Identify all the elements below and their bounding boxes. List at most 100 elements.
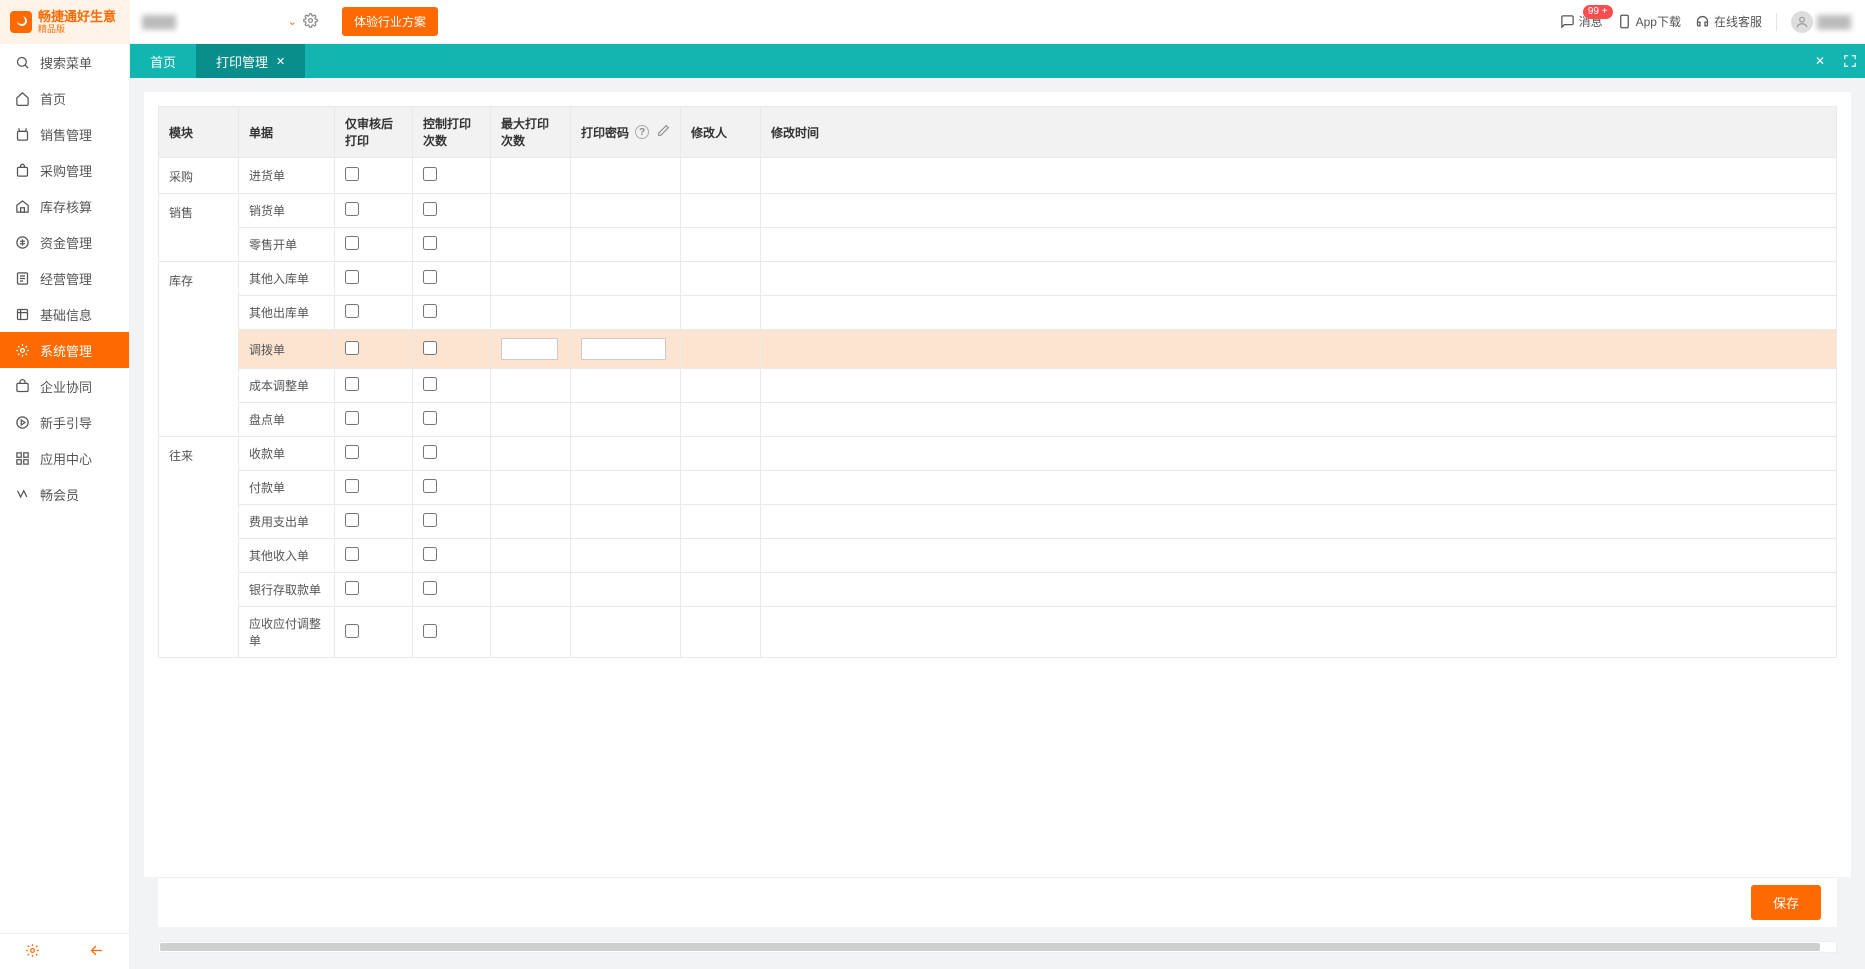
audit-only-checkbox[interactable]	[345, 479, 359, 493]
table-row[interactable]: 库存其他入库单	[159, 262, 1837, 296]
table-row[interactable]: 采购进货单	[159, 158, 1837, 194]
headset-icon	[1695, 14, 1710, 29]
horizontal-scrollbar[interactable]	[158, 941, 1837, 953]
table-row[interactable]: 费用支出单	[159, 505, 1837, 539]
ctrl-count-checkbox[interactable]	[423, 513, 437, 527]
ctrl-count-checkbox[interactable]	[423, 304, 437, 318]
header-user[interactable]: ████	[1791, 11, 1851, 33]
table-row[interactable]: 应收应付调整单	[159, 607, 1837, 658]
ctrl-count-checkbox[interactable]	[423, 377, 437, 391]
ctrl-count-cell	[413, 369, 491, 403]
sidebar-item-search[interactable]: 搜索菜单	[0, 44, 129, 80]
header-messages[interactable]: 消息 99 +	[1560, 13, 1603, 30]
help-icon[interactable]: ?	[635, 125, 649, 139]
th-doc: 单据	[239, 107, 335, 158]
audit-only-checkbox[interactable]	[345, 411, 359, 425]
header-app-download[interactable]: App下载	[1617, 13, 1681, 30]
coop-icon	[14, 378, 30, 394]
table-row[interactable]: 盘点单	[159, 403, 1837, 437]
sidebar-item-base[interactable]: 基础信息	[0, 296, 129, 332]
sidebar-item-label: 基础信息	[40, 305, 92, 324]
sidebar-item-stock[interactable]: 库存核算	[0, 188, 129, 224]
ctrl-count-checkbox[interactable]	[423, 236, 437, 250]
ctrl-count-cell	[413, 573, 491, 607]
sidebar-item-purchase[interactable]: 采购管理	[0, 152, 129, 188]
ctrl-count-cell	[413, 403, 491, 437]
audit-only-checkbox[interactable]	[345, 202, 359, 216]
ctrl-count-cell	[413, 471, 491, 505]
close-icon[interactable]: ✕	[276, 55, 285, 68]
ctrl-count-checkbox[interactable]	[423, 581, 437, 595]
ctrl-count-checkbox[interactable]	[423, 624, 437, 638]
sidebar-item-coop[interactable]: 企业协同	[0, 368, 129, 404]
ctrl-count-checkbox[interactable]	[423, 445, 437, 459]
table-row[interactable]: 往来收款单	[159, 437, 1837, 471]
ctrl-count-checkbox[interactable]	[423, 341, 437, 355]
table-row[interactable]: 其他出库单	[159, 296, 1837, 330]
ctrl-count-checkbox[interactable]	[423, 547, 437, 561]
sidebar-item-biz[interactable]: 经营管理	[0, 260, 129, 296]
close-all-tabs-icon[interactable]: ✕	[1805, 44, 1835, 78]
table-row[interactable]: 付款单	[159, 471, 1837, 505]
tab-print-manage[interactable]: 打印管理 ✕	[196, 44, 305, 78]
sidebar-item-fund[interactable]: 资金管理	[0, 224, 129, 260]
ctrl-count-checkbox[interactable]	[423, 167, 437, 181]
th-module: 模块	[159, 107, 239, 158]
audit-only-checkbox[interactable]	[345, 624, 359, 638]
table-row[interactable]: 零售开单	[159, 228, 1837, 262]
max-count-cell	[491, 573, 571, 607]
settings-icon[interactable]	[25, 943, 40, 961]
fullscreen-icon[interactable]	[1835, 44, 1865, 78]
header-online-service[interactable]: 在线客服	[1695, 13, 1762, 30]
pwd-input[interactable]	[581, 338, 666, 360]
max-count-input[interactable]	[501, 338, 558, 360]
tenant-selector[interactable]: ████ ⌄	[130, 13, 330, 31]
gear-icon[interactable]	[303, 13, 318, 31]
doc-cell: 其他入库单	[239, 262, 335, 296]
table-row[interactable]: 成本调整单	[159, 369, 1837, 403]
sidebar-item-sales[interactable]: 销售管理	[0, 116, 129, 152]
sidebar-item-label: 搜索菜单	[40, 53, 92, 72]
sidebar-item-guide[interactable]: 新手引导	[0, 404, 129, 440]
audit-only-checkbox[interactable]	[345, 341, 359, 355]
max-count-cell	[491, 296, 571, 330]
ctrl-count-cell	[413, 330, 491, 369]
sidebar-item-appcenter[interactable]: 应用中心	[0, 440, 129, 476]
table-row[interactable]: 其他收入单	[159, 539, 1837, 573]
online-service-label: 在线客服	[1714, 13, 1762, 30]
table-row[interactable]: 银行存取款单	[159, 573, 1837, 607]
pwd-cell	[571, 437, 681, 471]
brand-logo[interactable]: 畅捷通好生意 精品版	[0, 0, 130, 44]
audit-only-checkbox[interactable]	[345, 167, 359, 181]
doc-cell: 付款单	[239, 471, 335, 505]
sidebar-item-home[interactable]: 首页	[0, 80, 129, 116]
sidebar-item-label: 系统管理	[40, 341, 92, 360]
ctrl-count-checkbox[interactable]	[423, 202, 437, 216]
ctrl-count-checkbox[interactable]	[423, 411, 437, 425]
ctrl-count-checkbox[interactable]	[423, 270, 437, 284]
purchase-icon	[14, 162, 30, 178]
audit-only-checkbox[interactable]	[345, 547, 359, 561]
ctrl-count-cell	[413, 228, 491, 262]
table-row[interactable]: 销售销货单	[159, 194, 1837, 228]
collapse-icon[interactable]	[89, 943, 104, 961]
sidebar-item-vip[interactable]: 畅会员	[0, 476, 129, 512]
app-download-label: App下载	[1636, 13, 1681, 30]
audit-only-checkbox[interactable]	[345, 270, 359, 284]
scrollbar-thumb[interactable]	[160, 943, 1820, 951]
audit-only-checkbox[interactable]	[345, 304, 359, 318]
audit-only-checkbox[interactable]	[345, 513, 359, 527]
audit-only-checkbox[interactable]	[345, 581, 359, 595]
sidebar-item-system[interactable]: 系统管理	[0, 332, 129, 368]
save-button[interactable]: 保存	[1751, 885, 1821, 920]
audit-only-checkbox[interactable]	[345, 445, 359, 459]
audit-only-checkbox[interactable]	[345, 377, 359, 391]
table-row[interactable]: 调拨单	[159, 330, 1837, 369]
trial-button[interactable]: 体验行业方案	[342, 7, 438, 36]
audit-only-checkbox[interactable]	[345, 236, 359, 250]
messages-badge: 99 +	[1583, 5, 1613, 19]
doc-cell: 盘点单	[239, 403, 335, 437]
edit-icon[interactable]	[657, 124, 670, 140]
tab-home[interactable]: 首页	[130, 44, 196, 78]
ctrl-count-checkbox[interactable]	[423, 479, 437, 493]
